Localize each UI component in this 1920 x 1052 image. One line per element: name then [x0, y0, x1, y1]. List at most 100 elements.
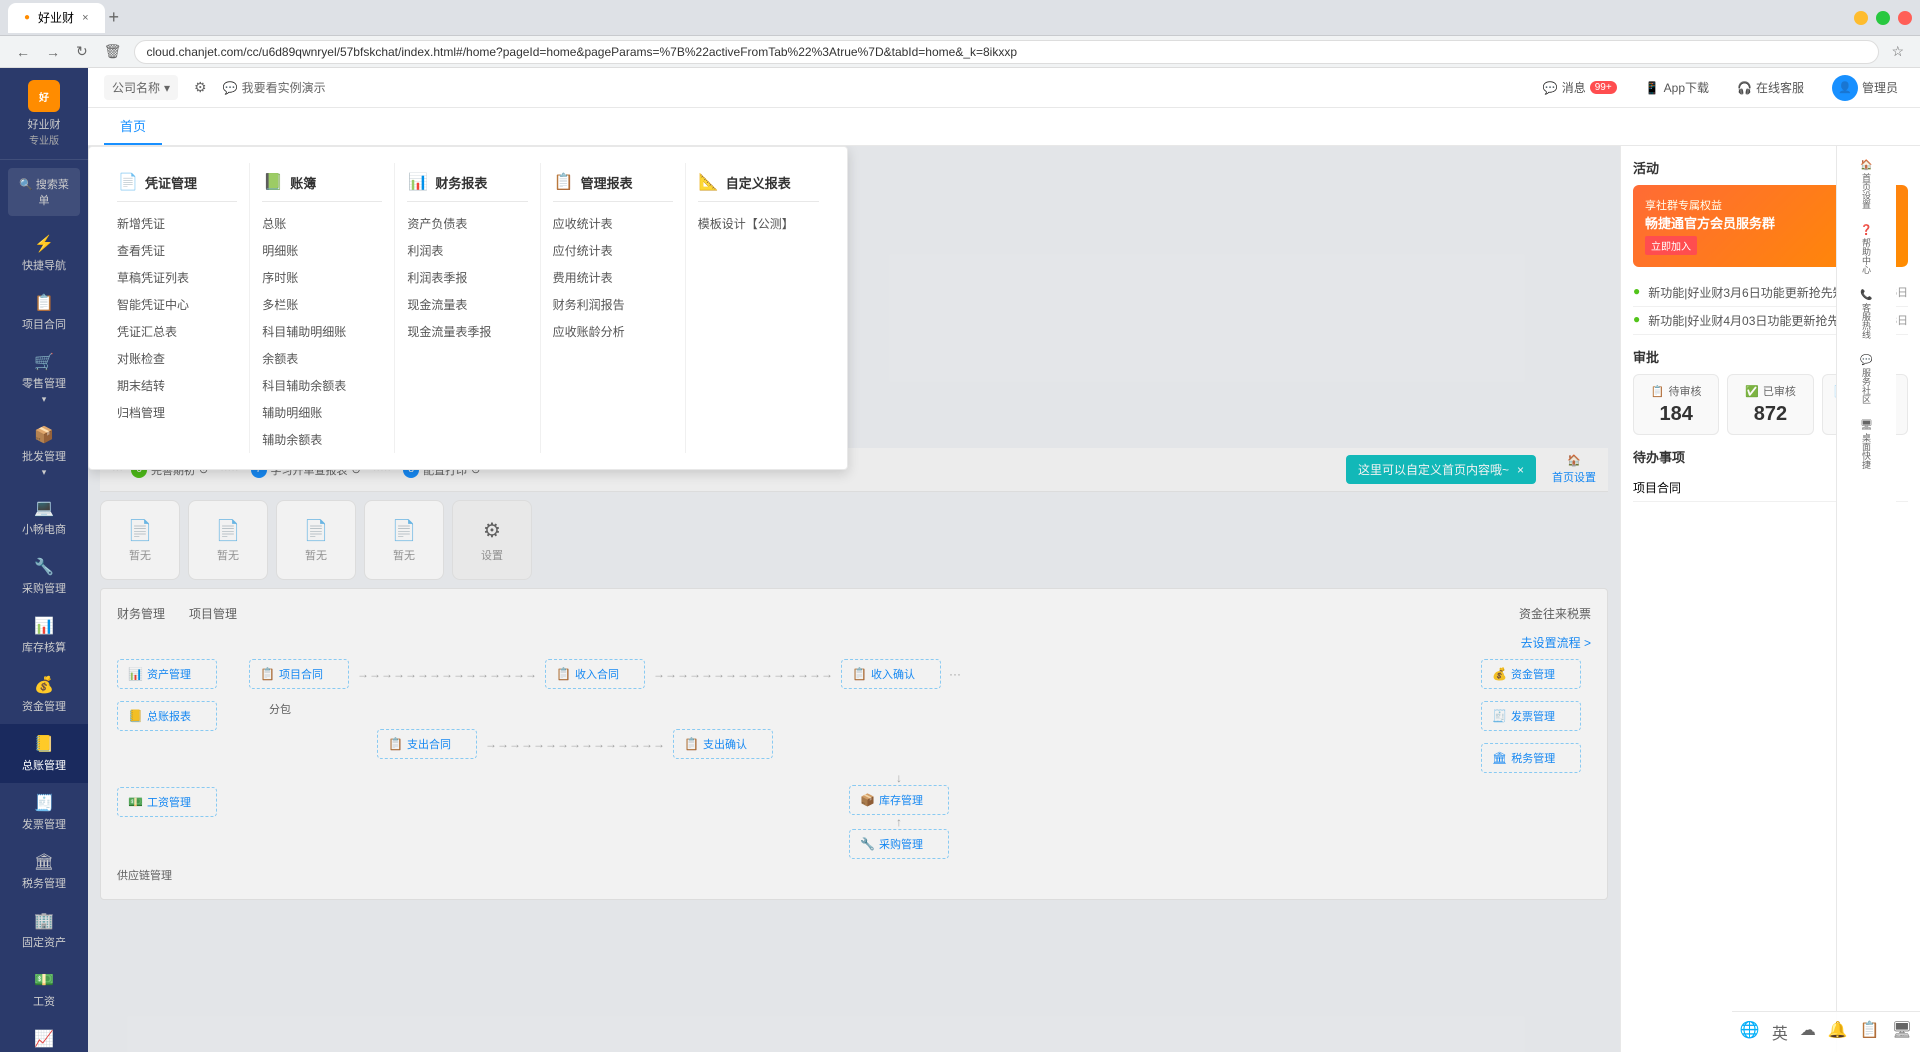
user-menu-btn[interactable]: 👤 管理员 — [1826, 71, 1904, 105]
help-item-home-settings[interactable]: 🏠 首页设置 — [1841, 154, 1892, 215]
delete-btn[interactable]: 🗑 — [100, 41, 126, 62]
menu-item-archive[interactable]: 归档管理 — [117, 399, 237, 426]
help-item-help-center[interactable]: ❓ 帮助中心 — [1841, 219, 1892, 280]
menu-item-sequential[interactable]: 序时账 — [262, 264, 382, 291]
refresh-btn[interactable]: ↻ — [72, 41, 92, 62]
tab-close-btn[interactable]: × — [82, 12, 88, 24]
sidebar-search[interactable]: 🔍 搜索菜单 — [8, 168, 80, 216]
sidebar-item-retail[interactable]: 🛒 零售管理 ▾ — [0, 342, 88, 415]
company-selector[interactable]: 公司名称 ▾ — [104, 75, 178, 100]
customize-banner[interactable]: 这里可以自定义首页内容哦~ × — [1346, 455, 1536, 484]
app-download-btn[interactable]: 📱 App下载 — [1639, 75, 1715, 100]
browser-tab[interactable]: ● 好业财 × — [8, 3, 105, 33]
demo-link[interactable]: 💬 我要看实例演示 — [223, 79, 326, 96]
sidebar-item-inventory[interactable]: 📊 库存核算 — [0, 606, 88, 665]
flow-box-purchase[interactable]: 🔧 采购管理 — [849, 829, 949, 859]
menu-item-check-voucher[interactable]: 查看凭证 — [117, 237, 237, 264]
revenue-contract-icon: 📋 — [556, 667, 571, 681]
menu-item-detail-ledger[interactable]: 明细账 — [262, 237, 382, 264]
url-input[interactable] — [134, 40, 1880, 64]
footer-cloud-icon[interactable]: ☁ — [1796, 1016, 1820, 1048]
customize-close-icon[interactable]: × — [1517, 463, 1524, 477]
online-service-btn[interactable]: 🎧 在线客服 — [1731, 75, 1810, 100]
menu-item-smart-voucher[interactable]: 智能凭证中心 — [117, 291, 237, 318]
bookmark-btn[interactable]: ☆ — [1887, 41, 1908, 62]
menu-item-general-ledger[interactable]: 总账 — [262, 210, 382, 237]
footer-globe-icon[interactable]: 🌐 — [1736, 1016, 1764, 1048]
menu-item-expense-stats[interactable]: 费用统计表 — [553, 264, 673, 291]
menu-item-multi-column[interactable]: 多栏账 — [262, 291, 382, 318]
sidebar-item-tax[interactable]: 🏛 税务管理 — [0, 842, 88, 901]
go-set-flow-btn[interactable]: 去设置流程 > — [1521, 634, 1591, 651]
sidebar-item-wholesale[interactable]: 📦 批发管理 ▾ — [0, 415, 88, 488]
flow-box-revenue-contract[interactable]: 📋 收入合同 — [545, 659, 645, 689]
sidebar-item-ecommerce[interactable]: 💻 小畅电商 — [0, 488, 88, 547]
approval-card-pending[interactable]: 📋 待审核 184 — [1633, 374, 1719, 435]
minimize-btn[interactable] — [1854, 11, 1868, 25]
menu-item-fin-profit-report[interactable]: 财务利润报告 — [553, 291, 673, 318]
icon-cell-3[interactable]: 📄 暂无 — [276, 500, 356, 580]
menu-item-cashflow[interactable]: 现金流量表 — [407, 291, 527, 318]
menu-item-new-voucher[interactable]: 新增凭证 — [117, 210, 237, 237]
menu-item-income-quarterly[interactable]: 利润表季报 — [407, 264, 527, 291]
join-btn[interactable]: 立即加入 — [1645, 236, 1697, 255]
footer-lang-icon[interactable]: 英 — [1768, 1016, 1792, 1048]
sidebar-item-assets[interactable]: 🏢 固定资产 — [0, 901, 88, 960]
sidebar-item-project[interactable]: 📋 项目合同 — [0, 283, 88, 342]
menu-item-template-design[interactable]: 模板设计【公测】 — [698, 210, 819, 237]
flow-box-invoice[interactable]: 🧾 发票管理 — [1481, 701, 1581, 731]
flow-box-expense-confirm[interactable]: 📋 支出确认 — [673, 729, 773, 759]
menu-item-period-close[interactable]: 期末结转 — [117, 372, 237, 399]
sidebar-item-shortcut[interactable]: ⚡ 快捷导航 — [0, 224, 88, 283]
sidebar-item-invoice[interactable]: 🧾 发票管理 — [0, 783, 88, 842]
icon-cell-1[interactable]: 📄 暂无 — [100, 500, 180, 580]
flow-box-fund[interactable]: 💰 资金管理 — [1481, 659, 1581, 689]
menu-item-receivable-stats[interactable]: 应收统计表 — [553, 210, 673, 237]
flow-box-ledger[interactable]: 📒 总账报表 — [117, 701, 217, 731]
menu-item-account-check[interactable]: 对账检查 — [117, 345, 237, 372]
sidebar-item-accounting[interactable]: 📒 总账管理 — [0, 724, 88, 783]
flow-box-asset[interactable]: 📊 资产管理 — [117, 659, 217, 689]
forward-btn[interactable]: → — [42, 42, 64, 62]
menu-item-voucher-summary[interactable]: 凭证汇总表 — [117, 318, 237, 345]
menu-item-balance-sheet[interactable]: 资产负债表 — [407, 210, 527, 237]
topbar-settings-icon[interactable]: ⚙ — [194, 79, 207, 96]
flow-box-salary[interactable]: 💵 工资管理 — [117, 787, 217, 817]
sidebar-item-salary[interactable]: 💵 工资 — [0, 960, 88, 1019]
menu-item-cashflow-quarterly[interactable]: 现金流量表季报 — [407, 318, 527, 345]
footer-bell-icon[interactable]: 🔔 — [1824, 1016, 1852, 1048]
icon-cell-4[interactable]: 📄 暂无 — [364, 500, 444, 580]
menu-item-assist-detail[interactable]: 辅助明细账 — [262, 399, 382, 426]
message-btn[interactable]: 💬 消息 99+ — [1537, 75, 1623, 100]
flow-box-tax[interactable]: 🏛 税务管理 — [1481, 743, 1581, 773]
footer-desktop-icon[interactable]: 🖥 — [1888, 1016, 1916, 1048]
sidebar-item-purchase[interactable]: 🔧 采购管理 — [0, 547, 88, 606]
menu-item-subject-assist-balance[interactable]: 科目辅助余额表 — [262, 372, 382, 399]
flow-box-revenue-confirm[interactable]: 📋 收入确认 — [841, 659, 941, 689]
icon-cell-settings[interactable]: ⚙ 设置 — [452, 500, 532, 580]
approval-card-approved[interactable]: ✅ 已审核 872 — [1727, 374, 1813, 435]
sidebar-item-operations[interactable]: 📈 经营管理 — [0, 1019, 88, 1052]
menu-item-income-statement[interactable]: 利润表 — [407, 237, 527, 264]
flow-box-expense-contract[interactable]: 📋 支出合同 — [377, 729, 477, 759]
menu-item-receivable-aging[interactable]: 应收账龄分析 — [553, 318, 673, 345]
new-tab-btn[interactable]: + — [109, 7, 120, 28]
menu-item-balance[interactable]: 余额表 — [262, 345, 382, 372]
home-settings-quick[interactable]: 🏠 首页设置 — [1552, 454, 1596, 485]
footer-clipboard-icon[interactable]: 📋 — [1856, 1016, 1884, 1048]
icon-cell-2[interactable]: 📄 暂无 — [188, 500, 268, 580]
flow-box-inventory[interactable]: 📦 库存管理 — [849, 785, 949, 815]
menu-item-assist-balance[interactable]: 辅助余额表 — [262, 426, 382, 453]
tab-home[interactable]: 首页 — [104, 108, 162, 145]
flow-box-project-contract[interactable]: 📋 项目合同 — [249, 659, 349, 689]
help-item-hotline[interactable]: 📞 客服热线 — [1841, 284, 1892, 345]
help-item-desktop[interactable]: 🖥 桌面快捷 — [1841, 414, 1892, 475]
menu-item-subject-assist-detail[interactable]: 科目辅助明细账 — [262, 318, 382, 345]
menu-item-draft-voucher[interactable]: 草稿凭证列表 — [117, 264, 237, 291]
close-btn[interactable] — [1898, 11, 1912, 25]
help-item-community[interactable]: 💬 服务社区 — [1841, 349, 1892, 410]
maximize-btn[interactable] — [1876, 11, 1890, 25]
sidebar-item-finance[interactable]: 💰 资金管理 — [0, 665, 88, 724]
menu-item-payable-stats[interactable]: 应付统计表 — [553, 237, 673, 264]
back-btn[interactable]: ← — [12, 42, 34, 62]
